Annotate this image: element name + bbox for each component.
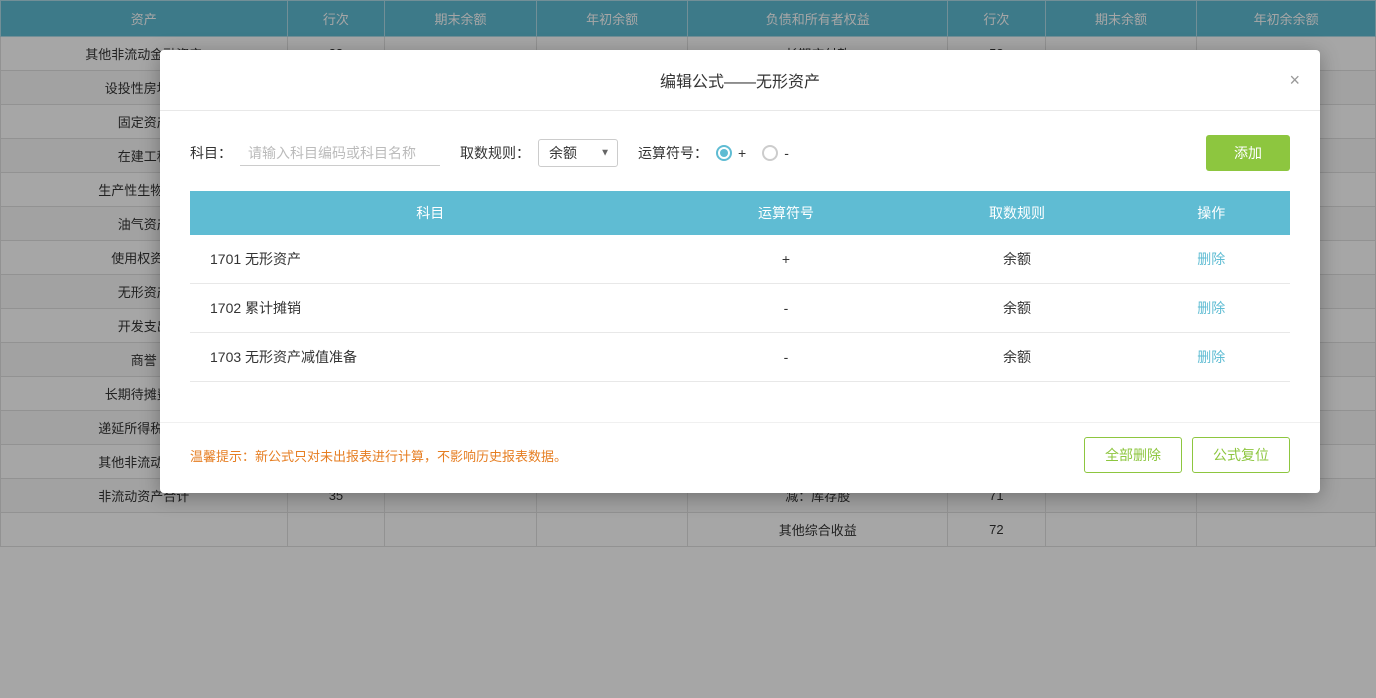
th-action: 操作 [1132,191,1290,235]
formula-row: 1701 无形资产 + 余额 删除 [190,235,1290,284]
edit-formula-modal: 编辑公式——无形资产 × 科目： 取数规则： 余额 借方 贷方 ▼ [160,50,1320,493]
formula-row: 1702 累计摊销 - 余额 删除 [190,284,1290,333]
formula-subject: 1701 无形资产 [190,235,670,284]
radio-plus-dot [720,149,728,157]
formula-operator: - [670,284,901,333]
form-row: 科目： 取数规则： 余额 借方 贷方 ▼ 运算符号： [190,135,1290,171]
formula-action: 删除 [1132,333,1290,382]
formula-subject: 1702 累计摊销 [190,284,670,333]
th-operator: 运算符号 [670,191,901,235]
formula-table-head: 科目 运算符号 取数规则 操作 [190,191,1290,235]
footer-buttons: 全部删除 公式复位 [1084,437,1290,473]
subject-input[interactable] [240,141,440,166]
operator-group: 运算符号： + - [638,143,789,163]
radio-plus[interactable]: + [716,145,746,161]
delete-row-button[interactable]: 删除 [1197,347,1225,367]
formula-table-header-row: 科目 运算符号 取数规则 操作 [190,191,1290,235]
formula-table: 科目 运算符号 取数规则 操作 1701 无形资产 + 余额 删除 1702 累… [190,191,1290,382]
formula-rule: 余额 [901,235,1132,284]
th-rule: 取数规则 [901,191,1132,235]
rule-group: 取数规则： 余额 借方 贷方 ▼ [460,139,618,167]
radio-minus-label: - [784,145,789,161]
formula-action: 删除 [1132,235,1290,284]
modal-close-button[interactable]: × [1289,71,1300,89]
radio-minus-circle [762,145,778,161]
modal-title: 编辑公式——无形资产 [660,68,820,92]
formula-row: 1703 无形资产减值准备 - 余额 删除 [190,333,1290,382]
formula-operator: - [670,333,901,382]
formula-operator: + [670,235,901,284]
modal-footer: 温馨提示：新公式只对未出报表进行计算，不影响历史报表数据。 全部删除 公式复位 [160,422,1320,493]
radio-plus-circle [716,145,732,161]
modal-header: 编辑公式——无形资产 × [160,50,1320,111]
formula-action: 删除 [1132,284,1290,333]
operator-radio-group: + - [716,145,789,161]
add-button[interactable]: 添加 [1206,135,1290,171]
rule-select-wrapper: 余额 借方 贷方 ▼ [538,139,618,167]
radio-minus[interactable]: - [762,145,789,161]
radio-plus-label: + [738,145,746,161]
th-subject: 科目 [190,191,670,235]
operator-label: 运算符号： [638,143,708,163]
tip-text: 温馨提示：新公式只对未出报表进行计算，不影响历史报表数据。 [190,446,567,465]
formula-rule: 余额 [901,333,1132,382]
subject-group: 科目： [190,141,440,166]
formula-table-body: 1701 无形资产 + 余额 删除 1702 累计摊销 - 余额 删除 1703… [190,235,1290,382]
delete-all-button[interactable]: 全部删除 [1084,437,1182,473]
delete-row-button[interactable]: 删除 [1197,249,1225,269]
delete-row-button[interactable]: 删除 [1197,298,1225,318]
rule-select[interactable]: 余额 借方 贷方 [538,139,618,167]
reset-button[interactable]: 公式复位 [1192,437,1290,473]
formula-rule: 余额 [901,284,1132,333]
rule-label: 取数规则： [460,143,530,163]
subject-label: 科目： [190,143,232,163]
modal-body: 科目： 取数规则： 余额 借方 贷方 ▼ 运算符号： [160,111,1320,422]
formula-subject: 1703 无形资产减值准备 [190,333,670,382]
